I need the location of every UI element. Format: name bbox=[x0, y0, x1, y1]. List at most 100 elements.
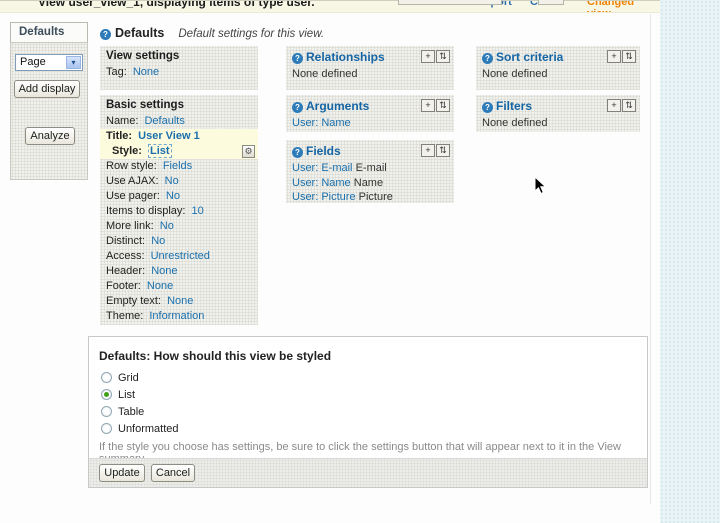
setting-row-title: Title: User View 1 bbox=[100, 129, 258, 144]
setting-row-distinct: Distinct: No bbox=[100, 234, 258, 249]
view-settings-title: View settings bbox=[106, 50, 252, 62]
argument-link[interactable]: User: Name bbox=[292, 117, 351, 129]
update-button[interactable]: Update bbox=[99, 464, 145, 482]
setting-row-items: Items to display: 10 bbox=[100, 204, 258, 219]
setting-value-link[interactable]: Fields bbox=[163, 160, 192, 172]
help-icon[interactable]: ? bbox=[482, 53, 493, 64]
help-icon[interactable]: ? bbox=[292, 102, 303, 113]
setting-value-link[interactable]: None bbox=[151, 265, 177, 277]
setting-label: Header: bbox=[106, 265, 145, 277]
relationships-title-link[interactable]: Relationships bbox=[306, 50, 385, 64]
radio-option-list[interactable]: List bbox=[101, 389, 135, 403]
rearrange-icon[interactable]: ⇅ bbox=[436, 144, 450, 157]
filters-panel: ?Filters +⇅ None defined bbox=[476, 95, 640, 132]
mouse-cursor bbox=[534, 176, 547, 195]
add-icon[interactable]: + bbox=[607, 50, 621, 63]
setting-value-link[interactable]: Defaults bbox=[144, 115, 184, 127]
sort-criteria-empty-text: None defined bbox=[482, 67, 634, 82]
view-title: View user_view_1, displaying items of ty… bbox=[38, 0, 315, 9]
field-link[interactable]: User: E-mail bbox=[292, 162, 353, 174]
analyze-button[interactable]: Analyze bbox=[25, 127, 75, 145]
rearrange-icon[interactable]: ⇅ bbox=[622, 50, 636, 63]
filters-title-link[interactable]: Filters bbox=[496, 99, 532, 113]
section-buttons: +⇅ bbox=[420, 144, 450, 157]
setting-value-link[interactable]: Information bbox=[149, 310, 204, 322]
setting-row-ajax: Use AJAX: No bbox=[100, 174, 258, 189]
setting-value-link[interactable]: No bbox=[151, 235, 165, 247]
field-row: User: Picture Picture bbox=[292, 190, 448, 205]
radio-label: Grid bbox=[118, 372, 139, 384]
display-type-select-value: Page bbox=[20, 56, 46, 68]
help-icon[interactable]: ? bbox=[482, 102, 493, 113]
arguments-header: ?Arguments +⇅ bbox=[292, 99, 448, 114]
add-icon[interactable]: + bbox=[421, 99, 435, 112]
setting-value-link[interactable]: None bbox=[133, 66, 159, 78]
radio-label: Unformatted bbox=[118, 423, 179, 435]
radio-option-unformatted[interactable]: Unformatted bbox=[101, 423, 179, 437]
add-icon[interactable]: + bbox=[607, 99, 621, 112]
changed-view-link[interactable]: Changed view bbox=[587, 0, 660, 13]
setting-value-link[interactable]: User View 1 bbox=[138, 130, 200, 142]
setting-value-link[interactable]: List bbox=[148, 144, 172, 158]
setting-value-link[interactable]: No bbox=[166, 190, 180, 202]
setting-value-link[interactable]: No bbox=[165, 175, 179, 187]
section-buttons: +⇅ bbox=[606, 99, 636, 112]
setting-value-link[interactable]: None bbox=[147, 280, 173, 292]
view-settings-panel: View settings Tag: None bbox=[100, 46, 258, 90]
style-settings-gear-icon[interactable]: ⚙ bbox=[242, 145, 255, 158]
setting-row-name: Name: Defaults bbox=[100, 114, 258, 129]
setting-value-link[interactable]: Unrestricted bbox=[151, 250, 210, 262]
filters-empty-text: None defined bbox=[482, 116, 634, 131]
setting-value-link[interactable]: No bbox=[160, 220, 174, 232]
radio-icon[interactable] bbox=[101, 423, 112, 434]
setting-label: Items to display: bbox=[106, 205, 185, 217]
style-settings-form: Defaults: How should this view be styled… bbox=[88, 336, 648, 488]
setting-value-link[interactable]: 10 bbox=[192, 205, 204, 217]
fields-header: ?Fields +⇅ bbox=[292, 144, 448, 159]
display-type-select[interactable]: Page ▾ bbox=[15, 54, 83, 71]
radio-selected-icon[interactable] bbox=[101, 389, 112, 400]
radio-icon[interactable] bbox=[101, 372, 112, 383]
radio-option-table[interactable]: Table bbox=[101, 406, 144, 420]
section-buttons: +⇅ bbox=[420, 99, 450, 112]
setting-row-header: Header: None bbox=[100, 264, 258, 279]
field-link[interactable]: User: Name bbox=[292, 177, 351, 189]
setting-label: Use pager: bbox=[106, 190, 160, 202]
setting-label: More link: bbox=[106, 220, 154, 232]
rearrange-icon[interactable]: ⇅ bbox=[436, 50, 450, 63]
admin-tab-remnant bbox=[398, 0, 502, 5]
radio-label: Table bbox=[118, 406, 144, 418]
rearrange-icon[interactable]: ⇅ bbox=[622, 99, 636, 112]
field-label-suffix: Picture bbox=[356, 191, 393, 203]
add-display-button[interactable]: Add display bbox=[14, 80, 80, 98]
setting-label: Footer: bbox=[106, 280, 141, 292]
display-heading-subtitle: Default settings for this view. bbox=[178, 28, 324, 40]
help-icon[interactable]: ? bbox=[100, 29, 111, 40]
radio-option-grid[interactable]: Grid bbox=[101, 372, 139, 386]
radio-label: List bbox=[118, 389, 135, 401]
relationships-panel: ?Relationships +⇅ None defined bbox=[286, 46, 454, 90]
field-link[interactable]: User: Picture bbox=[292, 191, 356, 203]
help-icon[interactable]: ? bbox=[292, 53, 303, 64]
form-actions-strip: Update Cancel bbox=[89, 458, 647, 487]
style-form-heading: Defaults: How should this view be styled bbox=[99, 349, 331, 363]
setting-label: Theme: bbox=[106, 310, 143, 322]
filters-header: ?Filters +⇅ bbox=[482, 99, 634, 114]
arguments-title-link[interactable]: Arguments bbox=[306, 99, 369, 113]
container-right-border bbox=[650, 14, 651, 504]
add-icon[interactable]: + bbox=[421, 50, 435, 63]
display-tab-defaults[interactable]: Defaults bbox=[10, 22, 88, 42]
field-row: User: E-mail E-mail bbox=[292, 161, 448, 176]
relationships-header: ?Relationships +⇅ bbox=[292, 50, 448, 65]
add-icon[interactable]: + bbox=[421, 144, 435, 157]
sort-criteria-title-link[interactable]: Sort criteria bbox=[496, 50, 563, 64]
setting-label: Empty text: bbox=[106, 295, 161, 307]
page-background-strip bbox=[660, 0, 720, 523]
cancel-button[interactable]: Cancel bbox=[151, 464, 195, 482]
setting-value-link[interactable]: None bbox=[167, 295, 193, 307]
radio-icon[interactable] bbox=[101, 406, 112, 417]
help-icon[interactable]: ? bbox=[292, 147, 303, 158]
fields-title-link[interactable]: Fields bbox=[306, 144, 341, 158]
rearrange-icon[interactable]: ⇅ bbox=[436, 99, 450, 112]
section-buttons: +⇅ bbox=[420, 50, 450, 63]
